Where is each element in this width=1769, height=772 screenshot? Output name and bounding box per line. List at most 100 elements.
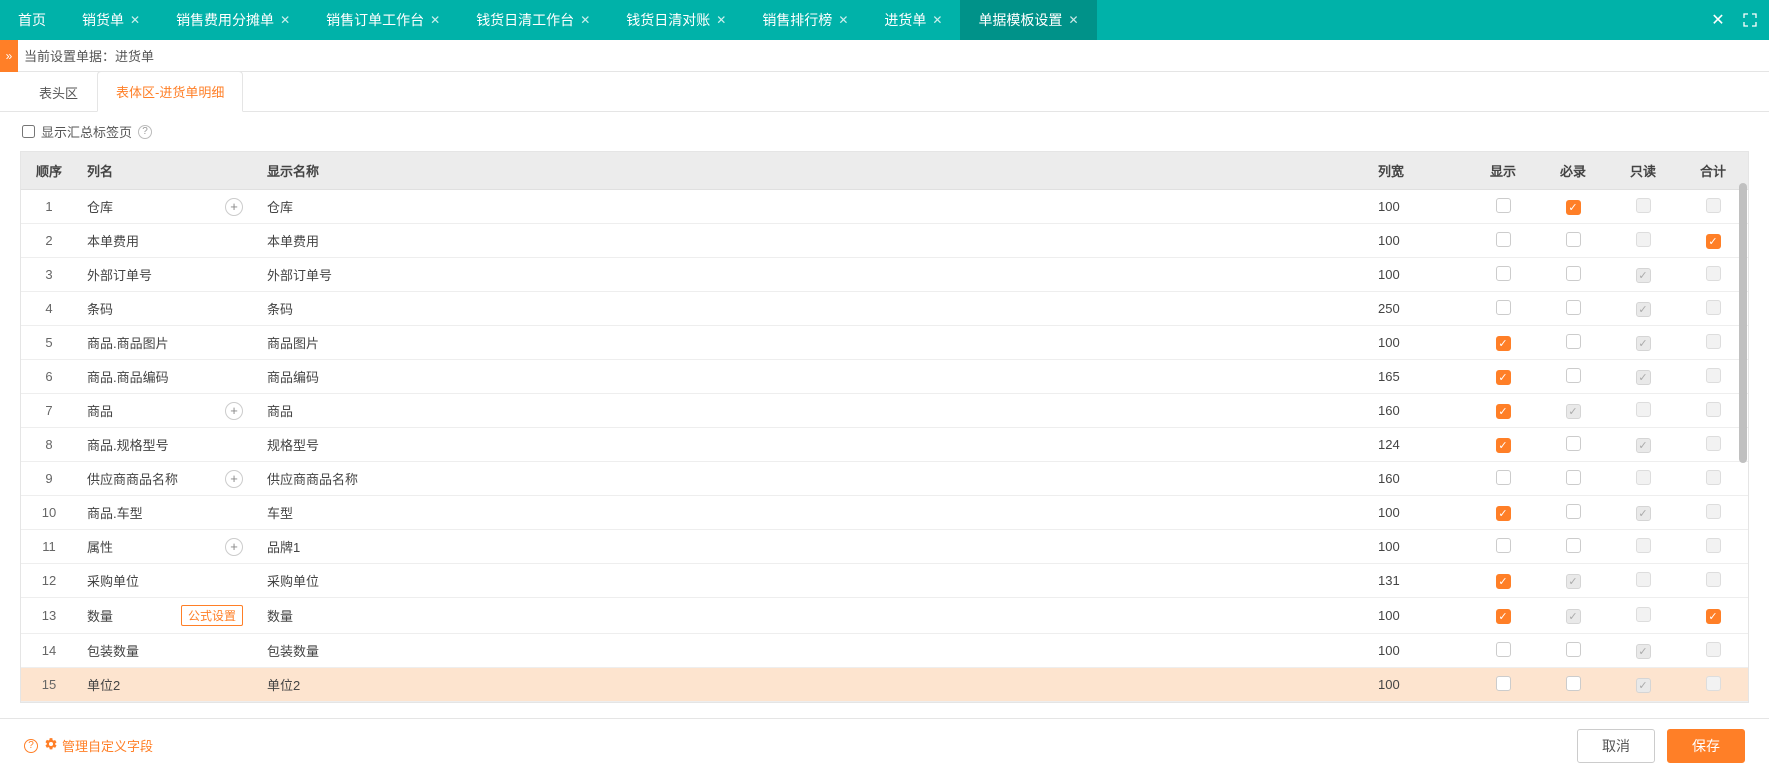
checkbox[interactable]: [1496, 266, 1511, 281]
cell-displayname[interactable]: 供应商商品名称: [257, 462, 1368, 496]
formula-settings-badge[interactable]: 公式设置: [181, 605, 243, 626]
top-tab[interactable]: 进货单✕: [866, 0, 960, 40]
cell-displayname[interactable]: 商品图片: [257, 326, 1368, 360]
checkbox[interactable]: [1566, 436, 1581, 451]
checkbox[interactable]: [1566, 368, 1581, 383]
top-tab[interactable]: 销售订单工作台✕: [308, 0, 458, 40]
cell-width[interactable]: 160: [1368, 462, 1468, 496]
top-tab[interactable]: 销售费用分摊单✕: [158, 0, 308, 40]
cell-displayname[interactable]: 采购单位: [257, 564, 1368, 598]
cell-width[interactable]: 100: [1368, 258, 1468, 292]
cell-width[interactable]: 100: [1368, 530, 1468, 564]
table-row[interactable]: 6商品.商品编码商品编码165✓✓: [21, 360, 1748, 394]
table-row[interactable]: 5商品.商品图片商品图片100✓✓: [21, 326, 1748, 360]
cell-width[interactable]: 100: [1368, 668, 1468, 702]
checkbox[interactable]: [1566, 676, 1581, 691]
table-row[interactable]: 7商品+商品160✓✓: [21, 394, 1748, 428]
checkbox[interactable]: [1496, 198, 1511, 213]
add-icon[interactable]: +: [225, 538, 243, 556]
add-icon[interactable]: +: [225, 470, 243, 488]
table-row[interactable]: 11属性+品牌1100: [21, 530, 1748, 564]
checkbox[interactable]: ✓: [1496, 438, 1511, 453]
cell-displayname[interactable]: 单位2: [257, 668, 1368, 702]
checkbox[interactable]: ✓: [1496, 404, 1511, 419]
cell-displayname[interactable]: 规格型号: [257, 428, 1368, 462]
checkbox[interactable]: [1496, 470, 1511, 485]
cell-displayname[interactable]: 数量: [257, 598, 1368, 634]
table-row[interactable]: 15单位2单位2100✓: [21, 668, 1748, 702]
table-row[interactable]: 8商品.规格型号规格型号124✓✓: [21, 428, 1748, 462]
cell-displayname[interactable]: 商品: [257, 394, 1368, 428]
checkbox[interactable]: [1566, 266, 1581, 281]
checkbox[interactable]: [1566, 642, 1581, 657]
checkbox[interactable]: ✓: [1496, 370, 1511, 385]
checkbox[interactable]: [1566, 504, 1581, 519]
close-icon[interactable]: ✕: [430, 13, 440, 27]
checkbox[interactable]: [1566, 470, 1581, 485]
close-icon[interactable]: ✕: [580, 13, 590, 27]
cell-width[interactable]: 165: [1368, 360, 1468, 394]
fullscreen-icon[interactable]: [1741, 11, 1759, 29]
context-expand-icon[interactable]: »: [0, 40, 18, 72]
close-icon[interactable]: ✕: [280, 13, 290, 27]
checkbox[interactable]: ✓: [1496, 574, 1511, 589]
cell-width[interactable]: 100: [1368, 598, 1468, 634]
show-summary-checkbox[interactable]: [22, 125, 35, 138]
table-row[interactable]: 10商品.车型车型100✓✓: [21, 496, 1748, 530]
top-tab[interactable]: 销售排行榜✕: [744, 0, 866, 40]
checkbox[interactable]: ✓: [1496, 506, 1511, 521]
cell-displayname[interactable]: 品牌1: [257, 530, 1368, 564]
close-icon[interactable]: ✕: [130, 13, 140, 27]
cell-displayname[interactable]: 包装数量: [257, 634, 1368, 668]
cell-width[interactable]: 100: [1368, 496, 1468, 530]
cell-displayname[interactable]: 本单费用: [257, 224, 1368, 258]
sub-tab[interactable]: 表头区: [20, 72, 97, 112]
checkbox[interactable]: [1566, 232, 1581, 247]
checkbox[interactable]: [1566, 334, 1581, 349]
checkbox[interactable]: ✓: [1706, 609, 1721, 624]
cell-displayname[interactable]: 仓库: [257, 190, 1368, 224]
checkbox[interactable]: [1566, 300, 1581, 315]
top-tab[interactable]: 首页: [0, 0, 64, 40]
table-row[interactable]: 12采购单位采购单位131✓✓: [21, 564, 1748, 598]
sub-tab[interactable]: 表体区-进货单明细: [97, 71, 243, 112]
close-icon[interactable]: ✕: [932, 13, 942, 27]
table-row[interactable]: 2本单费用本单费用100✓: [21, 224, 1748, 258]
checkbox[interactable]: ✓: [1496, 609, 1511, 624]
manage-custom-fields-link[interactable]: ? 管理自定义字段: [24, 736, 153, 755]
cancel-button[interactable]: 取消: [1577, 729, 1655, 763]
table-row[interactable]: 4条码条码250✓: [21, 292, 1748, 326]
cell-width[interactable]: 100: [1368, 224, 1468, 258]
close-icon[interactable]: ✕: [838, 13, 848, 27]
close-all-icon[interactable]: ✕: [1709, 11, 1727, 29]
checkbox[interactable]: [1496, 232, 1511, 247]
cell-displayname[interactable]: 商品编码: [257, 360, 1368, 394]
table-row[interactable]: 9供应商商品名称+供应商商品名称160: [21, 462, 1748, 496]
top-tab[interactable]: 单据模板设置✕: [960, 0, 1096, 40]
close-icon[interactable]: ✕: [716, 13, 726, 27]
checkbox[interactable]: [1566, 538, 1581, 553]
table-row[interactable]: 3外部订单号外部订单号100✓: [21, 258, 1748, 292]
save-button[interactable]: 保存: [1667, 729, 1745, 763]
checkbox[interactable]: [1496, 300, 1511, 315]
cell-width[interactable]: 124: [1368, 428, 1468, 462]
checkbox[interactable]: [1496, 676, 1511, 691]
top-tab[interactable]: 钱货日清对账✕: [608, 0, 744, 40]
cell-width[interactable]: 100: [1368, 634, 1468, 668]
cell-width[interactable]: 250: [1368, 292, 1468, 326]
cell-displayname[interactable]: 车型: [257, 496, 1368, 530]
checkbox[interactable]: [1496, 538, 1511, 553]
checkbox[interactable]: ✓: [1706, 234, 1721, 249]
table-row[interactable]: 1仓库+仓库100✓: [21, 190, 1748, 224]
cell-displayname[interactable]: 条码: [257, 292, 1368, 326]
checkbox[interactable]: [1496, 642, 1511, 657]
cell-width[interactable]: 100: [1368, 326, 1468, 360]
add-icon[interactable]: +: [225, 402, 243, 420]
top-tab[interactable]: 钱货日清工作台✕: [458, 0, 608, 40]
help-icon[interactable]: ?: [138, 125, 152, 139]
table-row[interactable]: 14包装数量包装数量100✓: [21, 634, 1748, 668]
cell-width[interactable]: 131: [1368, 564, 1468, 598]
checkbox[interactable]: ✓: [1566, 200, 1581, 215]
table-row[interactable]: 13数量公式设置数量100✓✓✓: [21, 598, 1748, 634]
add-icon[interactable]: +: [225, 198, 243, 216]
